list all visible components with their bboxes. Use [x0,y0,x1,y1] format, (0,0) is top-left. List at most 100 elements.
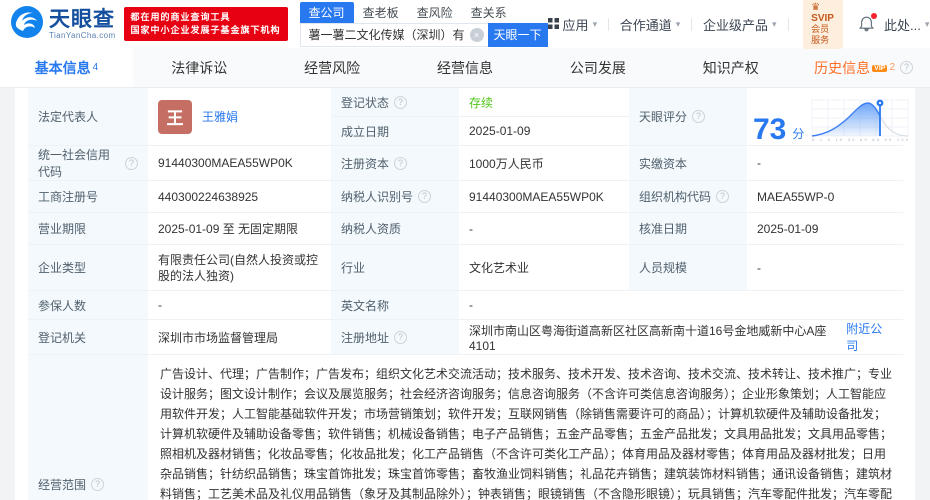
tab-operation-risk[interactable]: 经营风险 [266,48,399,87]
field-label: 注册地址? [331,320,459,354]
field-label: 经营范围? [28,355,148,500]
section-tabbar: 基本信息 4 法律诉讼 经营风险 经营信息 公司发展 知识产权 历史信息 VIP 2… [0,48,930,88]
field-label: 行业 [331,245,459,290]
help-icon[interactable]: ? [394,330,408,344]
table-row: 参保人数 - 英文名称 - [28,291,903,320]
field-value: - [469,298,473,312]
notification-bell-icon[interactable] [858,13,877,32]
table-row: 工商注册号 440300224638925 纳税人识别号? 91440300MA… [28,181,903,213]
crown-icon: ♛ [811,2,821,13]
field-label: 统一社会信用代码? [28,146,148,180]
tianyancha-logo[interactable]: 天眼查 TianYanCha.com [10,5,116,44]
tab-count-badge: 4 [92,62,99,73]
help-icon[interactable]: ? [394,156,408,170]
chevron-down-icon: ▾ [675,18,681,29]
nav-apps[interactable]: 应用 ▾ [547,15,598,34]
basic-info-card: 法定代表人 王 王雅娟 登记状态? 存续 成立日期 2025-01-09 天眼评… [15,88,915,500]
vip-badge: VIP [872,65,888,72]
business-scope-text: 广告设计、代理；广告制作；广告发布；组织文化艺术交流活动；技术服务、技术开发、技… [160,367,893,500]
slogan-line1: 都在用的商业查询工具 [130,12,231,22]
search-tab-risk[interactable]: 查风险 [408,2,462,23]
field-label: 营业期限 [28,213,148,244]
field-label: 参保人数 [28,291,148,319]
table-row: 营业期限 2025-01-09 至 无固定期限 纳税人资质 - 核准日期 202… [28,213,903,245]
table-row: 法定代表人 王 王雅娟 登记状态? 存续 成立日期 2025-01-09 天眼评… [28,88,909,146]
help-icon[interactable]: ? [900,61,914,74]
help-icon[interactable]: ? [125,156,138,170]
help-icon[interactable]: ? [418,190,432,203]
field-value: 有限责任公司(自然人投资或控股的法人独资) [158,252,318,283]
field-value [747,291,903,319]
help-icon[interactable]: ? [716,190,730,203]
field-value: - [757,260,761,275]
chevron-down-icon: ▾ [924,18,930,29]
field-value: 91440300MAEA55WP0K [158,156,293,170]
field-value: 1000万人民币 [469,156,544,171]
nav-cooperation[interactable]: 合作通道 ▾ [620,15,681,34]
search-tab-relation[interactable]: 查关系 [462,2,516,23]
registered-address: 深圳市南山区粤海街道高新区社区高新南十道16号金地威新中心A座4101 [469,323,827,353]
logo-title: 天眼查 [49,7,115,31]
field-value: - [469,221,473,236]
top-header: 天眼查 TianYanCha.com 都在用的商业查询工具 国家中小企业发展子基… [0,0,930,49]
company-search-input[interactable] [299,22,488,47]
nearby-companies-link[interactable]: 附近公司 [846,320,893,354]
tab-count-badge: 2 [889,62,896,73]
score-value: 73 [753,113,787,146]
field-label: 纳税人识别号? [331,181,459,212]
score-distribution-chart: 0 1 5 10 30 60 85 95 100 [810,96,910,145]
logo-domain: TianYanCha.com [49,30,116,40]
legal-rep-avatar[interactable]: 王 [158,99,192,134]
clear-search-icon[interactable]: × [469,27,484,42]
tab-company-development[interactable]: 公司发展 [531,48,664,87]
search-submit-button[interactable]: 天眼一下 [487,22,548,47]
tab-business-info[interactable]: 经营信息 [399,48,532,87]
chevron-down-icon: ▾ [592,18,598,29]
table-row: 登记机关 深圳市市场监督管理局 注册地址? 深圳市南山区粤海街道高新区社区高新南… [28,320,903,355]
tab-legal-lawsuits[interactable]: 法律诉讼 [133,48,266,87]
search-tab-boss[interactable]: 查老板 [354,2,408,23]
search-tab-company[interactable]: 查公司 [299,1,354,23]
user-menu[interactable]: 此处... ▾ [884,15,929,34]
svip-member-badge[interactable]: ♛ SVIP 会员服务 [803,0,843,49]
help-icon[interactable]: ? [394,95,408,109]
slogan-badge: 都在用的商业查询工具 国家中小企业发展子基金旗下机构 [123,7,288,41]
field-label: 注册资本? [331,146,459,180]
table-row: 企业类型 有限责任公司(自然人投资或控股的法人独资) 行业 文化艺术业 人员规模… [28,245,903,291]
field-value: 440300224638925 [158,189,259,204]
legal-rep-cell: 王 王雅娟 [148,88,331,145]
field-value: 91440300MAEA55WP0K [469,189,604,204]
logo-swirl-icon [10,5,44,44]
field-value: 2025-01-09 [757,221,819,236]
field-label: 天眼评分? [629,88,747,145]
help-icon[interactable]: ? [91,477,105,491]
field-label: 企业类型 [28,245,148,290]
field-label: 法定代表人 [28,88,148,145]
field-label: 人员规模 [629,245,747,290]
search-module: 查公司 查老板 查风险 查关系 × 天眼一下 [299,1,548,47]
nav-enterprise-products[interactable]: 企业级产品 ▾ [703,15,777,34]
chevron-down-icon: ▾ [771,18,777,29]
tianyan-score[interactable]: 73 分 0 1 5 10 30 60 85 95 100 [747,88,909,146]
table-row: 统一社会信用代码? 91440300MAEA55WP0K 注册资本? 1000万… [28,146,903,181]
field-label: 工商注册号 [28,181,148,212]
tab-intellectual-property[interactable]: 知识产权 [664,48,797,87]
field-value: 2025-01-09 [469,124,531,138]
field-value: 2025-01-09 至 无固定期限 [158,222,299,236]
tab-basic-info[interactable]: 基本信息 4 [0,48,133,87]
legal-rep-name-link[interactable]: 王雅娟 [202,108,238,125]
tab-history-info[interactable]: 历史信息 VIP 2 ? [797,48,930,87]
search-type-tabs: 查公司 查老板 查风险 查关系 [299,1,548,23]
field-label: 成立日期 [331,117,459,145]
field-label: 登记机关 [28,320,148,354]
field-value: 文化艺术业 [469,261,530,275]
slogan-line2: 国家中小企业发展子基金旗下机构 [130,25,281,35]
table-row: 经营范围? 广告设计、代理；广告制作；广告发布；组织文化艺术交流活动；技术服务、… [28,355,903,500]
field-label: 英文名称 [331,291,459,319]
help-icon[interactable]: ? [692,110,706,123]
field-value: - [158,298,162,312]
apps-grid-icon [547,17,559,32]
field-value: - [757,156,761,170]
field-label [629,291,747,319]
field-label: 实缴资本 [629,146,747,180]
